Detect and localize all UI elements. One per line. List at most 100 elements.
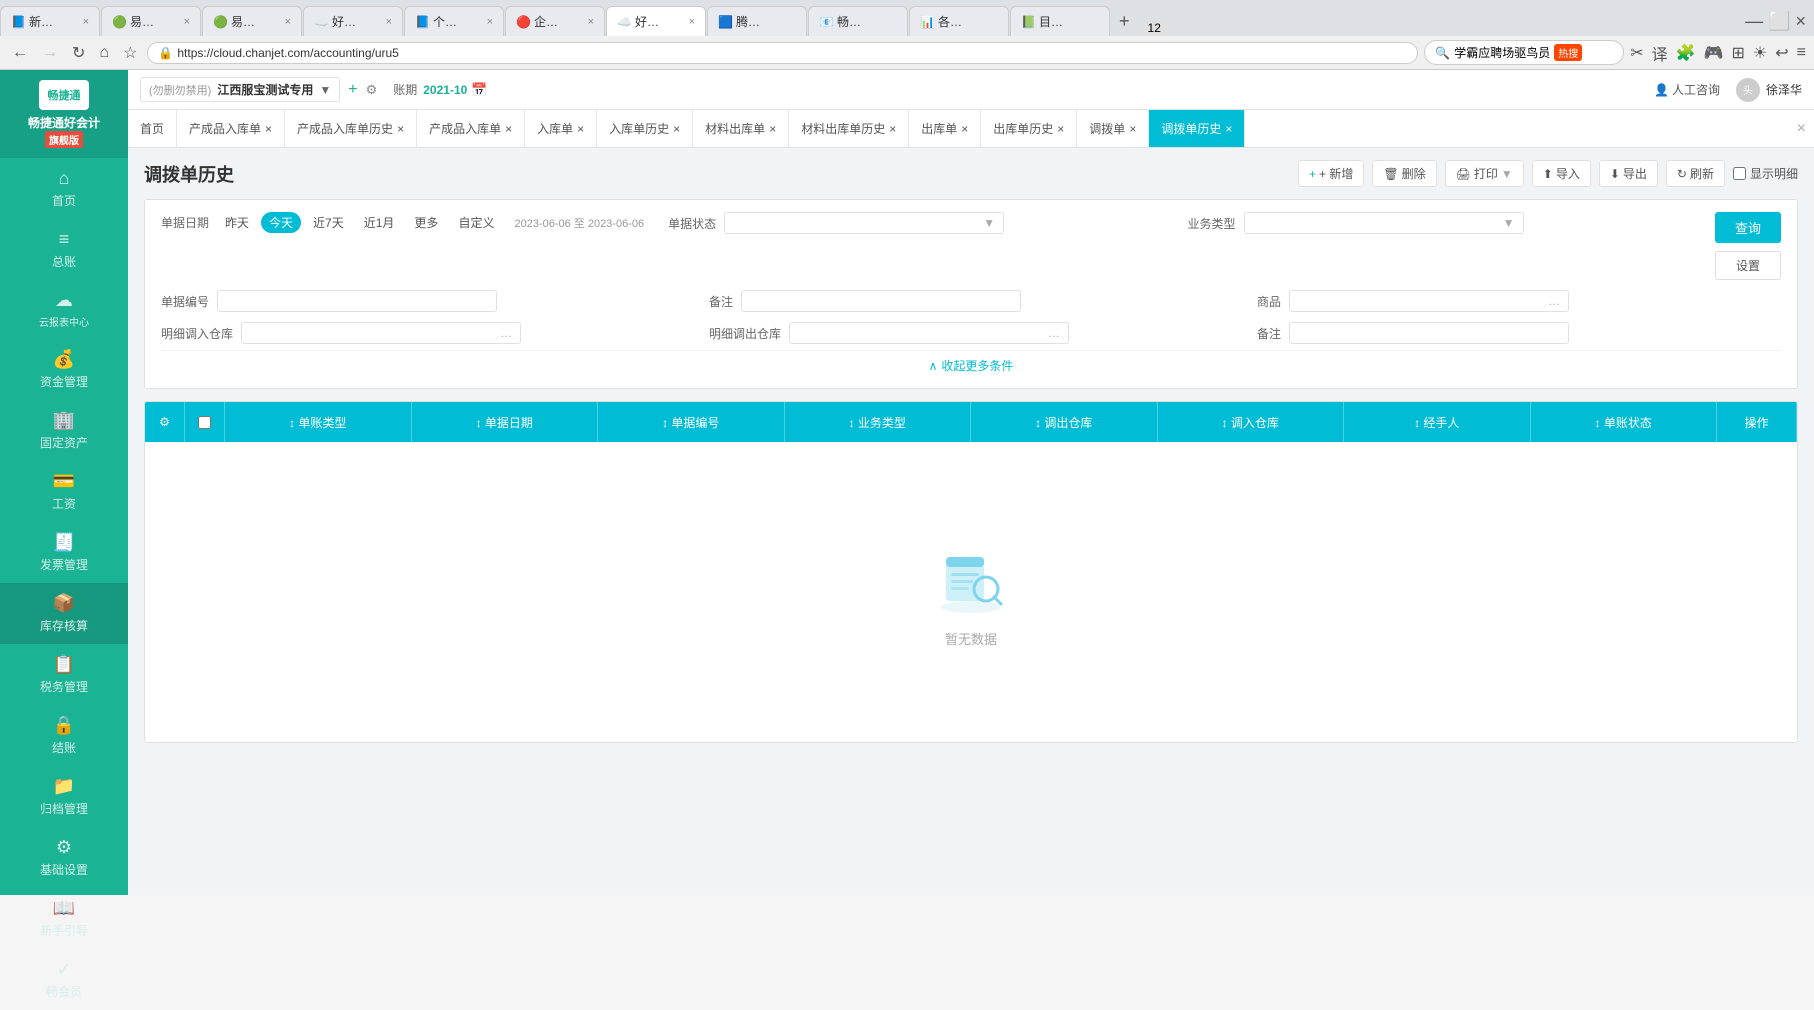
print-btn[interactable]: 🖨 打印 ▼ <box>1445 160 1524 187</box>
tab-close-icon[interactable]: × <box>769 122 776 136</box>
sidebar-item-closing[interactable]: 🔒 结账 <box>0 705 128 766</box>
date-opt-1month[interactable]: 近1月 <box>356 212 403 233</box>
src-warehouse-select[interactable]: … <box>241 322 521 344</box>
undo-icon[interactable]: ↩ <box>1775 43 1788 63</box>
new-tab-button[interactable]: + <box>1111 11 1138 32</box>
brightness-icon[interactable]: ☀ <box>1753 43 1767 63</box>
page-tab-material-out-hist[interactable]: 材料出库单历史 × <box>789 110 909 148</box>
sidebar-item-guide[interactable]: 📖 新手引导 <box>0 888 128 949</box>
customer-service-btn[interactable]: 👤 人工咨询 <box>1654 81 1720 98</box>
delete-btn[interactable]: 🗑 删除 <box>1372 160 1436 187</box>
browser-tab-11[interactable]: 📗 目… <box>1010 6 1110 36</box>
sidebar-item-settings[interactable]: ⚙ 基础设置 <box>0 827 128 888</box>
tab-close-btn[interactable]: × <box>386 16 392 28</box>
tab-close-icon[interactable]: × <box>1057 122 1064 136</box>
company-settings-icon[interactable]: ⚙ <box>366 82 378 98</box>
browser-tab-5[interactable]: 📘 个… × <box>404 6 504 36</box>
browser-tab-9[interactable]: 📧 畅… <box>808 6 908 36</box>
browser-tab-3[interactable]: 🟢 易… × <box>202 6 302 36</box>
export-btn[interactable]: ⬇ 导出 <box>1599 160 1658 187</box>
tab-close-btn[interactable]: × <box>588 16 594 28</box>
col-doc-type[interactable]: ↕ 单账类型 <box>225 402 412 442</box>
tab-close-icon[interactable]: × <box>673 122 680 136</box>
tab-close-btn[interactable]: × <box>184 16 190 28</box>
col-doc-number[interactable]: ↕ 单据编号 <box>598 402 785 442</box>
translate-icon[interactable]: 译 <box>1652 41 1668 65</box>
address-bar[interactable]: 🔒 https://cloud.chanjet.com/accounting/u… <box>147 42 1418 64</box>
tab-close-icon[interactable]: × <box>577 122 584 136</box>
new-btn[interactable]: + + 新增 <box>1298 160 1364 187</box>
bookmark-button[interactable]: ☆ <box>119 41 141 65</box>
page-tab-product-in-hist[interactable]: 产成品入库单历史 × <box>285 110 417 148</box>
date-opt-more[interactable]: 更多 <box>406 212 446 233</box>
menu-icon[interactable]: ≡ <box>1797 44 1806 62</box>
sidebar-item-invoice[interactable]: 🧾 发票管理 <box>0 522 128 583</box>
page-tab-home[interactable]: 首页 <box>128 110 177 148</box>
page-tab-product-in2[interactable]: 产成品入库单 × <box>417 110 525 148</box>
tab-close-icon[interactable]: × <box>1225 122 1232 136</box>
browser-tab-10[interactable]: 📊 各… <box>909 6 1009 36</box>
browser-tab-4[interactable]: ☁️ 好… × <box>303 6 403 36</box>
calendar-icon[interactable]: 📅 <box>471 82 487 98</box>
status-select[interactable]: ▼ <box>724 212 1004 234</box>
home-button[interactable]: ⌂ <box>95 42 113 64</box>
collapse-more-btn[interactable]: ∧ 收起更多条件 <box>161 350 1781 376</box>
table-settings-icon[interactable]: ⚙ <box>145 402 185 442</box>
browser-tab-6[interactable]: 🔴 企… × <box>505 6 605 36</box>
game-icon[interactable]: 🎮 <box>1704 43 1724 63</box>
tab-close-icon[interactable]: × <box>1129 122 1136 136</box>
sidebar-item-payroll[interactable]: 💳 工资 <box>0 461 128 522</box>
extension-icon[interactable]: 🧩 <box>1676 43 1696 63</box>
filter-settings-button[interactable]: 设置 <box>1715 251 1781 280</box>
sidebar-item-home[interactable]: ⌂ 首页 <box>0 158 128 219</box>
sidebar-item-finance[interactable]: 💰 资金管理 <box>0 339 128 400</box>
col-biz-type[interactable]: ↕ 业务类型 <box>785 402 972 442</box>
display-toggle[interactable]: 显示明细 <box>1733 165 1798 182</box>
page-tab-transfer[interactable]: 调拨单 × <box>1077 110 1149 148</box>
date-opt-yesterday[interactable]: 昨天 <box>217 212 257 233</box>
display-toggle-checkbox[interactable] <box>1733 167 1746 180</box>
dest-warehouse-select[interactable]: … <box>789 322 1069 344</box>
browser-tab-2[interactable]: 🟢 易… × <box>101 6 201 36</box>
tab-close-icon[interactable]: × <box>397 122 404 136</box>
page-tab-transfer-hist[interactable]: 调拨单历史 × <box>1149 110 1245 148</box>
browser-tab-1[interactable]: 📘 新… × <box>0 6 100 36</box>
page-tab-out[interactable]: 出库单 × <box>909 110 981 148</box>
tab-close-icon[interactable]: × <box>889 122 896 136</box>
goods-select[interactable]: … <box>1289 290 1569 312</box>
sidebar-item-inventory[interactable]: 📦 库存核算 <box>0 583 128 644</box>
add-company-btn[interactable]: + <box>348 81 357 99</box>
doc-number-input[interactable] <box>217 290 497 312</box>
biz-type-select[interactable]: ▼ <box>1244 212 1524 234</box>
tab-close-icon[interactable]: × <box>505 122 512 136</box>
page-tab-in[interactable]: 入库单 × <box>525 110 597 148</box>
select-all-checkbox[interactable] <box>198 416 211 429</box>
company-selector[interactable]: (勿删勿禁用) 江西服宝测试专用 ▼ <box>140 77 340 102</box>
col-handler[interactable]: ↕ 经手人 <box>1344 402 1531 442</box>
back-button[interactable]: ← <box>8 42 32 64</box>
browser-search-box[interactable]: 🔍 学霸应聘场驱鸟员 热搜 <box>1424 40 1624 65</box>
tab-close-icon[interactable]: × <box>961 122 968 136</box>
col-out-warehouse[interactable]: ↕ 调出仓库 <box>971 402 1158 442</box>
window-controls[interactable]: — ⬜ × <box>1737 11 1814 32</box>
sidebar-item-member[interactable]: ✓ 畅会员 <box>0 949 128 1010</box>
note-input[interactable] <box>741 290 1021 312</box>
date-opt-today[interactable]: 今天 <box>261 212 301 233</box>
forward-button[interactable]: → <box>38 42 62 64</box>
tab-close-btn[interactable]: × <box>83 16 89 28</box>
sidebar-item-reports[interactable]: ☁ 云报表中心 <box>0 280 128 339</box>
note2-input[interactable] <box>1289 322 1569 344</box>
page-tab-product-in[interactable]: 产成品入库单 × <box>177 110 285 148</box>
tab-close-icon[interactable]: × <box>265 122 272 136</box>
user-profile[interactable]: 头 徐泽华 <box>1736 78 1802 102</box>
browser-tab-7[interactable]: ☁️ 好… × <box>606 6 706 36</box>
col-doc-date[interactable]: ↕ 单据日期 <box>412 402 599 442</box>
sidebar-item-archive[interactable]: 📁 归档管理 <box>0 766 128 827</box>
sidebar-item-assets[interactable]: 🏢 固定资产 <box>0 400 128 461</box>
tab-close-btn[interactable]: × <box>487 16 493 28</box>
grid-icon[interactable]: ⊞ <box>1732 43 1745 63</box>
import-btn[interactable]: ⬆ 导入 <box>1532 160 1591 187</box>
page-tab-material-out[interactable]: 材料出库单 × <box>693 110 789 148</box>
sidebar-item-ledger[interactable]: ≡ 总账 <box>0 219 128 280</box>
refresh-btn[interactable]: ↻ 刷新 <box>1666 160 1725 187</box>
